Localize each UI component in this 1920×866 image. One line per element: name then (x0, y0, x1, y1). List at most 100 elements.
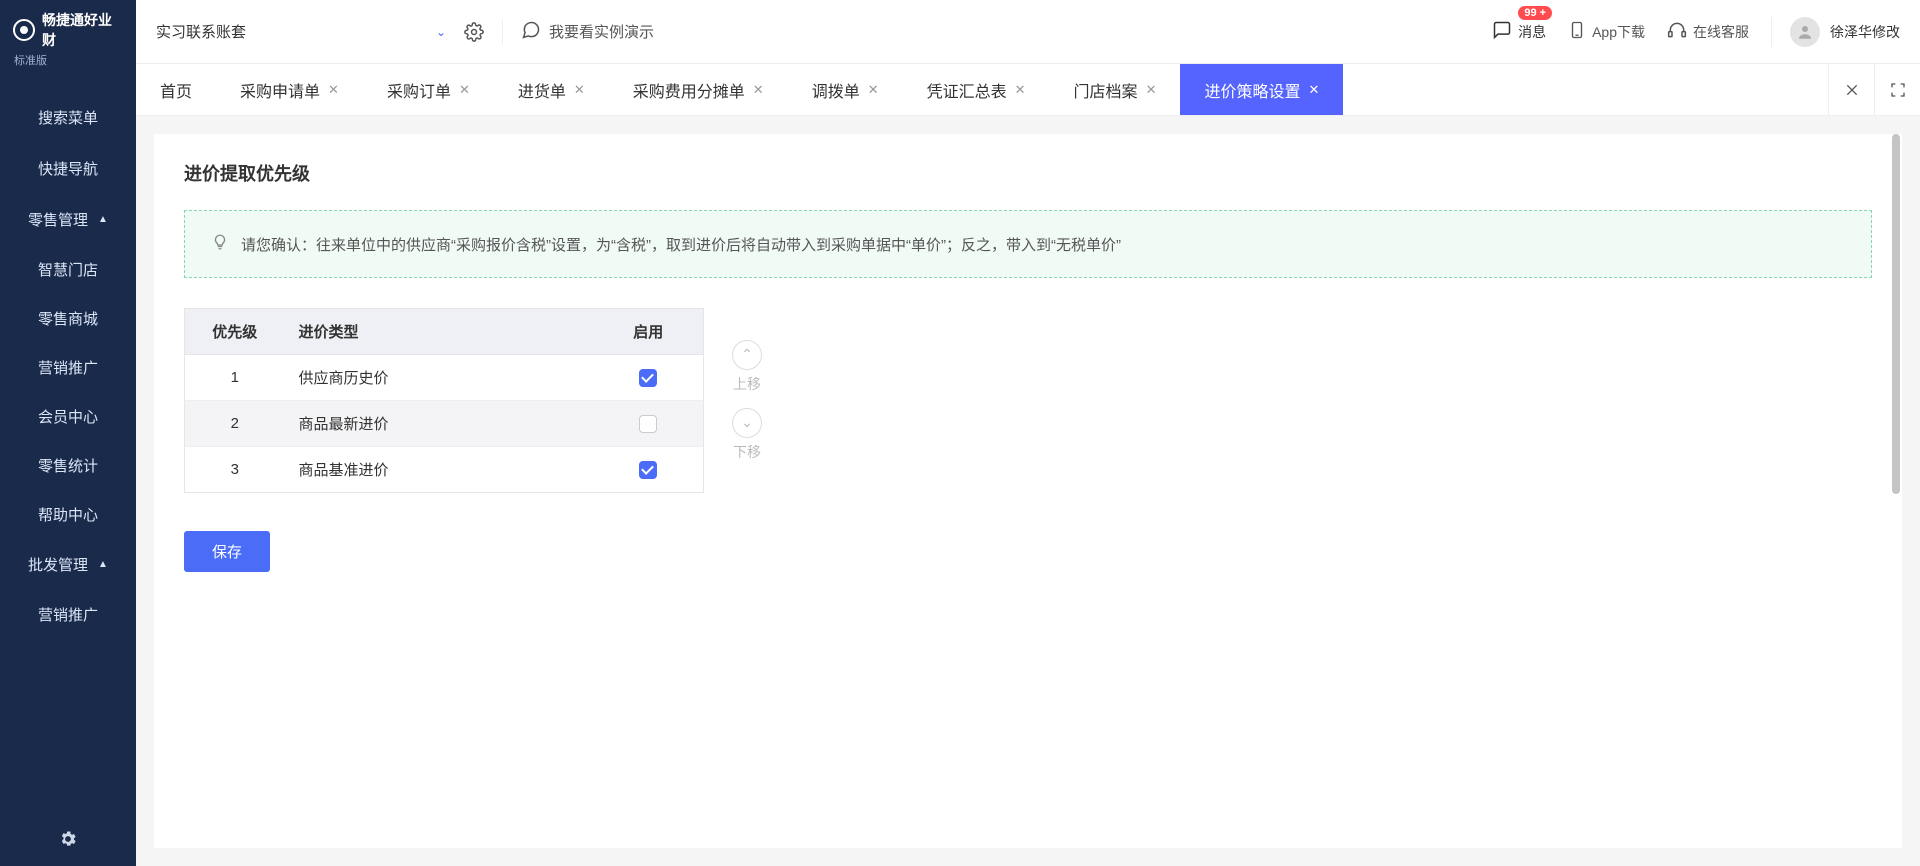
cell-priority: 1 (185, 355, 285, 401)
sidebar-item-retail-mall[interactable]: 零售商城 (0, 294, 136, 343)
panel: 进价提取优先级 请您确认：往来单位中的供应商“采购报价含税”设置，为“含税”，取… (154, 134, 1902, 848)
tab-label: 进货单 (518, 78, 566, 102)
move-up-label: 上移 (733, 374, 761, 394)
chevron-up-icon: ⌃ (741, 346, 753, 363)
tab-close-icon[interactable]: ✕ (574, 82, 585, 98)
save-button[interactable]: 保存 (184, 531, 270, 572)
sidebar-item-quick-nav[interactable]: 快捷导航 (0, 143, 136, 194)
account-set-selector[interactable]: 实习联系账套 ⌄ (156, 21, 446, 42)
message-icon (1492, 20, 1512, 43)
table-row[interactable]: 1 供应商历史价 (185, 355, 704, 401)
close-all-tabs-button[interactable] (1828, 64, 1874, 115)
tab-purchase-request[interactable]: 采购申请单✕ (216, 64, 363, 115)
tab-transfer[interactable]: 调拨单 ✕ (788, 64, 903, 115)
brand-logo-icon (12, 18, 36, 42)
notice-text: 请您确认：往来单位中的供应商“采购报价含税”设置，为“含税”，取到进价后将自动带… (241, 234, 1121, 255)
enable-checkbox[interactable] (639, 461, 657, 479)
settings-icon-button[interactable] (464, 22, 484, 42)
cell-priority: 2 (185, 401, 285, 447)
sidebar-item-search-menu[interactable]: 搜索菜单 (0, 92, 136, 143)
divider (502, 19, 503, 45)
caret-up-icon: ▲ (98, 559, 108, 570)
chevron-down-icon: ⌄ (436, 25, 446, 39)
tab-close-icon[interactable]: ✕ (868, 82, 879, 98)
move-down-label: 下移 (733, 442, 761, 462)
tab-voucher-summary[interactable]: 凭证汇总表 ✕ (903, 64, 1050, 115)
sidebar-item-label: 营销推广 (38, 607, 98, 624)
tab-close-icon[interactable]: ✕ (753, 82, 764, 98)
sidebar-item-marketing-2[interactable]: 营销推广 (0, 590, 136, 639)
tab-close-icon[interactable]: ✕ (1146, 82, 1157, 98)
sidebar-item-label: 批发管理 (28, 554, 88, 575)
tab-close-icon[interactable]: ✕ (459, 82, 470, 98)
cell-type: 商品基准进价 (285, 447, 594, 493)
fullscreen-button[interactable] (1874, 64, 1920, 115)
sidebar-item-label: 零售管理 (28, 209, 88, 230)
tab-close-icon[interactable]: ✕ (328, 82, 339, 98)
tab-store-archive[interactable]: 门店档案✕ (1050, 64, 1181, 115)
sidebar-item-label: 营销推广 (38, 360, 98, 377)
tab-close-icon[interactable]: ✕ (1015, 82, 1026, 98)
tab-label: 首页 (160, 78, 192, 102)
scrollbar[interactable] (1892, 134, 1900, 848)
chat-icon (521, 20, 541, 44)
sidebar-item-smart-store[interactable]: 智慧门店 (0, 245, 136, 294)
enable-checkbox[interactable] (639, 415, 657, 433)
support-button[interactable]: 在线客服 (1667, 20, 1749, 43)
user-name: 徐泽华修改 (1830, 22, 1900, 42)
brand-area: 畅捷通好业财 标准版 (0, 0, 136, 72)
sidebar-item-member-center[interactable]: 会员中心 (0, 392, 136, 441)
priority-table: 优先级 进价类型 启用 1 供应商历史价 (184, 308, 704, 493)
col-priority: 优先级 (185, 309, 285, 355)
content-area: 进价提取优先级 请您确认：往来单位中的供应商“采购报价含税”设置，为“含税”，取… (136, 116, 1920, 866)
scrollbar-thumb[interactable] (1892, 134, 1900, 494)
move-down-button[interactable]: ⌄ 下移 (732, 408, 762, 462)
sidebar-item-retail-mgmt[interactable]: 零售管理 ▲ (0, 194, 136, 245)
messages-button[interactable]: 消息 99 + (1492, 20, 1546, 43)
tab-label: 凭证汇总表 (927, 78, 1007, 102)
table-row[interactable]: 2 商品最新进价 (185, 401, 704, 447)
tab-price-strategy[interactable]: 进价策略设置✕ (1180, 64, 1343, 115)
chevron-down-icon: ⌄ (741, 414, 753, 431)
tab-purchase-cost-alloc[interactable]: 采购费用分摊单 ✕ (609, 64, 788, 115)
sidebar-item-label: 零售商城 (38, 311, 98, 328)
app-download-button[interactable]: App下载 (1568, 21, 1645, 42)
sidebar-item-label: 搜索菜单 (38, 107, 98, 128)
phone-icon (1568, 21, 1586, 42)
move-up-button[interactable]: ⌃ 上移 (732, 340, 762, 394)
lightbulb-icon (211, 233, 229, 255)
support-label: 在线客服 (1693, 22, 1749, 42)
sidebar-item-label: 帮助中心 (38, 507, 98, 524)
enable-checkbox[interactable] (639, 369, 657, 387)
user-menu[interactable]: 徐泽华修改 (1771, 17, 1900, 47)
avatar-icon (1790, 17, 1820, 47)
tab-purchase-order[interactable]: 采购订单✕ (363, 64, 494, 115)
sidebar-item-label: 会员中心 (38, 409, 98, 426)
sidebar-item-wholesale-mgmt[interactable]: 批发管理 ▲ (0, 539, 136, 590)
sidebar-item-retail-stats[interactable]: 零售统计 (0, 441, 136, 490)
sidebar: 畅捷通好业财 标准版 搜索菜单 快捷导航 零售管理 ▲ 智慧门店 零售商城 营销推… (0, 0, 136, 866)
app-download-label: App下载 (1592, 22, 1645, 42)
col-enable: 启用 (594, 309, 704, 355)
messages-badge: 99 + (1518, 6, 1552, 20)
tab-label: 调拨单 (812, 78, 860, 102)
tab-home[interactable]: 首页 (136, 64, 216, 115)
cell-priority: 3 (185, 447, 285, 493)
tab-label: 采购费用分摊单 (633, 78, 745, 102)
cell-type: 商品最新进价 (285, 401, 594, 447)
page-title: 进价提取优先级 (184, 160, 1872, 186)
settings-button[interactable] (58, 829, 78, 852)
headset-icon (1667, 20, 1687, 43)
brand-edition: 标准版 (12, 52, 124, 68)
table-row[interactable]: 3 商品基准进价 (185, 447, 704, 493)
sidebar-item-label: 智慧门店 (38, 262, 98, 279)
tab-close-icon[interactable]: ✕ (1308, 82, 1319, 98)
sidebar-item-help-center[interactable]: 帮助中心 (0, 490, 136, 539)
sidebar-menu: 搜索菜单 快捷导航 零售管理 ▲ 智慧门店 零售商城 营销推广 会员中心 零售统计… (0, 92, 136, 829)
caret-up-icon: ▲ (98, 214, 108, 225)
demo-link[interactable]: 我要看实例演示 (521, 20, 654, 44)
tab-receiving[interactable]: 进货单 ✕ (494, 64, 609, 115)
account-set-label: 实习联系账套 (156, 21, 246, 42)
sidebar-item-marketing[interactable]: 营销推广 (0, 343, 136, 392)
notice-banner: 请您确认：往来单位中的供应商“采购报价含税”设置，为“含税”，取到进价后将自动带… (184, 210, 1872, 278)
